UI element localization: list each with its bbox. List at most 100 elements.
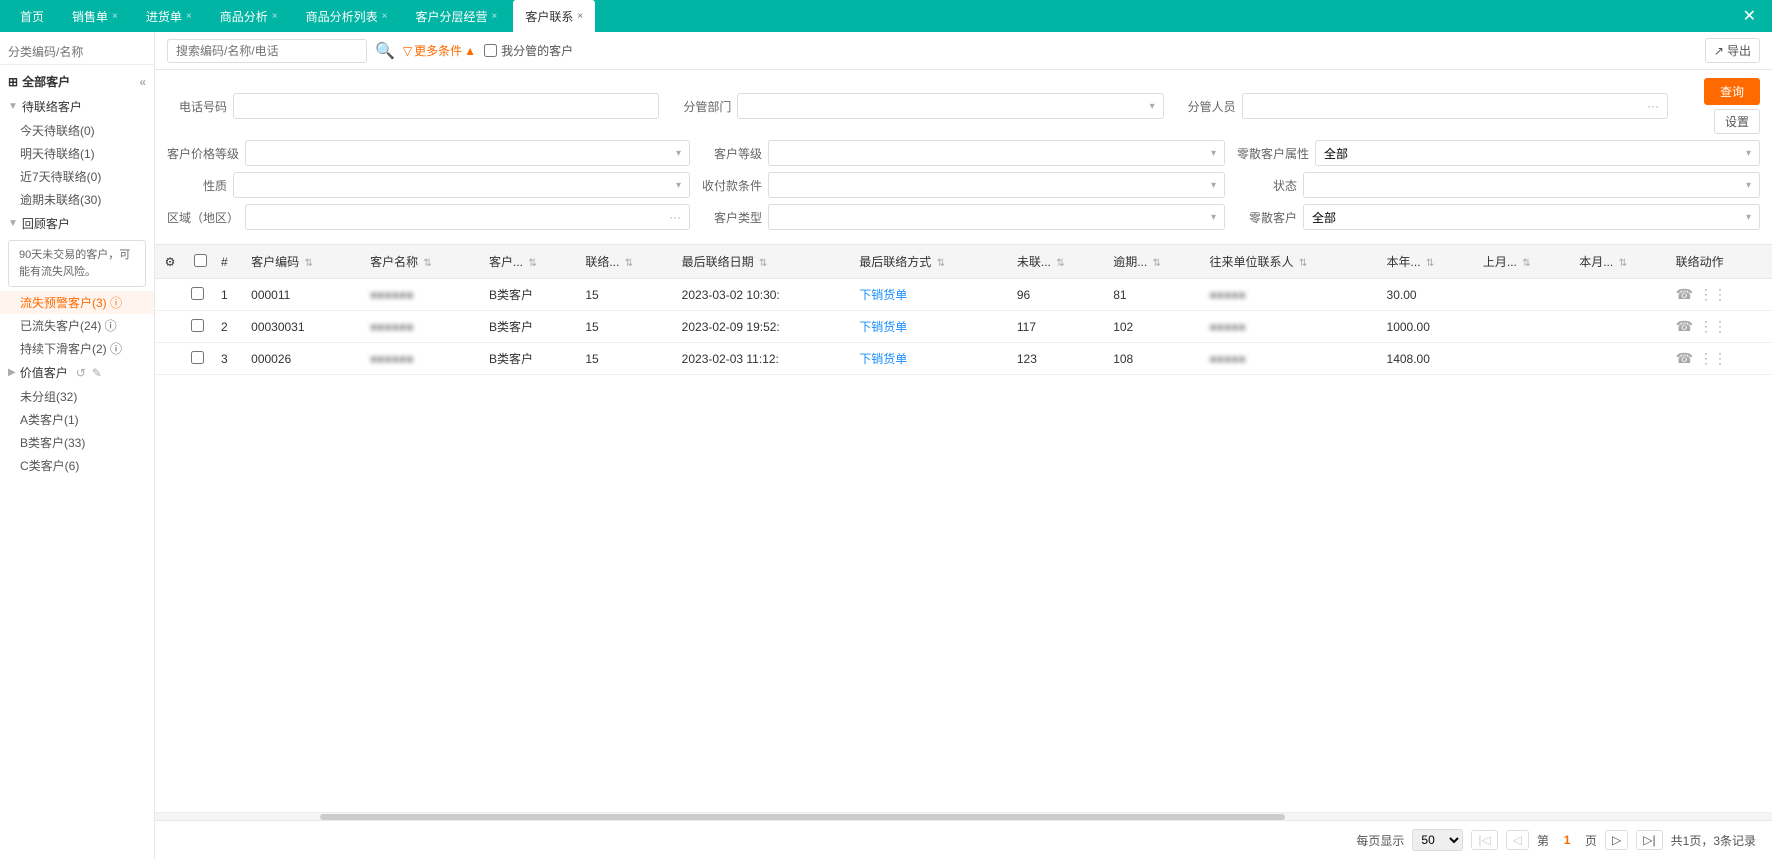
filter-search-button[interactable]: 🔍 — [375, 41, 395, 61]
action-phone-icon[interactable]: ☎ — [1676, 286, 1693, 303]
more-conditions-button[interactable]: ▽ 更多条件 ▲ — [403, 42, 476, 59]
nav-home[interactable]: 首页 — [8, 4, 56, 29]
sidebar-item-churned[interactable]: 已流失客户(24) ⓘ — [0, 314, 154, 337]
col-uncontacted-header[interactable]: 未联... ⇅ — [1011, 245, 1107, 279]
chevron-up-icon: ▲ — [464, 44, 476, 58]
row-last-contact-method[interactable]: 下销货单 — [853, 279, 1011, 311]
filter-region-select[interactable]: ··· — [245, 204, 690, 230]
contact-method-link[interactable]: 下销货单 — [859, 288, 907, 302]
scrollbar-thumb[interactable] — [320, 814, 1285, 820]
filter-payment-select[interactable]: ▾ — [768, 172, 1225, 198]
filter-retail-field: 零散客户 全部 ▾ — [1237, 204, 1760, 230]
filter-credit-property-select[interactable]: 全部 ▾ — [1315, 140, 1760, 166]
action-more-icon[interactable]: ⋮⋮ — [1699, 350, 1727, 367]
row-last-contact-method[interactable]: 下销货单 — [853, 311, 1011, 343]
nav-tab-purchase[interactable]: 进货单 × — [134, 0, 204, 32]
sidebar-collapse-button[interactable]: « — [139, 75, 146, 89]
row-checkbox[interactable] — [185, 279, 215, 311]
nav-tab-analysis[interactable]: 商品分析 × — [208, 0, 290, 32]
edit-icon[interactable]: ✎ — [92, 366, 102, 380]
contact-method-link[interactable]: 下销货单 — [859, 320, 907, 334]
row-select-checkbox[interactable] — [191, 351, 204, 364]
col-name-header[interactable]: 客户名称 ⇅ — [364, 245, 483, 279]
col-checkbox-header[interactable] — [185, 245, 215, 279]
filter-phone-input[interactable] — [233, 93, 659, 119]
action-more-icon[interactable]: ⋮⋮ — [1699, 286, 1727, 303]
my-customers-check[interactable] — [484, 44, 497, 57]
sidebar-all-customers[interactable]: ⊞ 全部客户 « — [0, 69, 154, 94]
col-last-contact-method-header[interactable]: 最后联络方式 ⇅ — [853, 245, 1011, 279]
row-checkbox[interactable] — [185, 343, 215, 375]
sidebar-search-input[interactable] — [8, 45, 155, 59]
close-purchase-tab[interactable]: × — [186, 11, 192, 22]
filter-retail-select[interactable]: 全部 ▾ — [1303, 204, 1760, 230]
close-customer-contact-tab[interactable]: × — [577, 11, 583, 22]
filter-customer-level-select[interactable]: ▾ — [768, 140, 1225, 166]
sidebar-item-declining[interactable]: 持续下滑客户(2) ⓘ — [0, 337, 154, 360]
filter-gender-select[interactable]: ▾ — [233, 172, 690, 198]
filter-status-select[interactable]: ▾ — [1303, 172, 1760, 198]
row-last-contact-method[interactable]: 下销货单 — [853, 343, 1011, 375]
row-checkbox[interactable] — [185, 311, 215, 343]
my-customers-checkbox[interactable]: 我分管的客户 — [484, 42, 573, 59]
sidebar-group-value[interactable]: ▶ 价值客户 ↺ ✎ — [0, 360, 154, 385]
close-analysis-list-tab[interactable]: × — [382, 11, 388, 22]
last-page-button[interactable]: ▷| — [1636, 830, 1662, 850]
filter-manager-select[interactable]: ··· — [1242, 93, 1668, 119]
region-more-icon[interactable]: ··· — [669, 210, 681, 224]
filter-customer-type-select[interactable]: ▾ — [768, 204, 1225, 230]
col-last-month-header[interactable]: 上月... ⇅ — [1477, 245, 1573, 279]
action-more-icon[interactable]: ⋮⋮ — [1699, 318, 1727, 335]
row-actions: ☎ ⋮⋮ — [1670, 279, 1772, 311]
nav-tab-customer-contact[interactable]: 客户联系 × — [513, 0, 595, 32]
nav-tab-sales[interactable]: 销售单 × — [60, 0, 130, 32]
sidebar-item-ungrouped[interactable]: 未分组(32) — [0, 385, 154, 408]
sidebar-item-b-class[interactable]: B类客户(33) — [0, 431, 154, 454]
filter-department-select[interactable]: ▾ — [737, 93, 1163, 119]
close-customer-tier-tab[interactable]: × — [491, 11, 497, 22]
window-close-button[interactable]: ✕ — [1735, 2, 1764, 30]
settings-button[interactable]: 设置 — [1714, 109, 1760, 134]
close-sales-tab[interactable]: × — [112, 11, 118, 22]
first-page-button[interactable]: |◁ — [1471, 830, 1497, 850]
row-select-checkbox[interactable] — [191, 287, 204, 300]
sidebar-group-pending[interactable]: ▼ 待联络客户 — [0, 94, 154, 119]
action-phone-icon[interactable]: ☎ — [1676, 318, 1693, 335]
filter-search-input[interactable] — [167, 39, 367, 63]
col-contact-header[interactable]: 联络... ⇅ — [579, 245, 675, 279]
filter-price-level-select[interactable]: ▾ — [245, 140, 690, 166]
sidebar-item-week[interactable]: 近7天待联络(0) — [0, 165, 154, 188]
row-select-checkbox[interactable] — [191, 319, 204, 332]
col-code-header[interactable]: 客户编码 ⇅ — [245, 245, 364, 279]
col-this-month-header[interactable]: 本月... ⇅ — [1573, 245, 1669, 279]
sidebar-item-today[interactable]: 今天待联络(0) — [0, 119, 154, 142]
sidebar-item-overdue[interactable]: 逾期未联络(30) — [0, 188, 154, 211]
per-page-select[interactable]: 50 100 200 — [1412, 829, 1463, 851]
next-page-button[interactable]: ▷ — [1605, 830, 1628, 850]
select-all-checkbox[interactable] — [194, 254, 207, 267]
close-analysis-tab[interactable]: × — [272, 11, 278, 22]
sidebar-item-tomorrow[interactable]: 明天待联络(1) — [0, 142, 154, 165]
horizontal-scrollbar[interactable] — [155, 812, 1772, 820]
col-settings[interactable]: ⚙ — [155, 245, 185, 279]
sidebar-item-churn-warning[interactable]: 流失预警客户(3) ⓘ — [0, 291, 154, 314]
col-unit-contact-header[interactable]: 往来单位联系人 ⇅ — [1204, 245, 1381, 279]
sidebar-item-c-class[interactable]: C类客户(6) — [0, 454, 154, 477]
prev-page-button[interactable]: ◁ — [1506, 830, 1529, 850]
contact-method-link[interactable]: 下销货单 — [859, 352, 907, 366]
query-button[interactable]: 查询 — [1704, 78, 1760, 105]
export-button[interactable]: ↗ 导出 — [1705, 38, 1760, 63]
col-overdue-header[interactable]: 逾期... ⇅ — [1107, 245, 1203, 279]
row-last-contact-date: 2023-02-03 11:12: — [676, 343, 854, 375]
nav-tab-analysis-list[interactable]: 商品分析列表 × — [294, 0, 400, 32]
manager-more-icon[interactable]: ··· — [1647, 99, 1659, 113]
col-type-header[interactable]: 客户... ⇅ — [483, 245, 579, 279]
nav-tab-customer-tier[interactable]: 客户分层经营 × — [403, 0, 509, 32]
action-phone-icon[interactable]: ☎ — [1676, 350, 1693, 367]
sidebar-item-a-class[interactable]: A类客户(1) — [0, 408, 154, 431]
sidebar-group-review[interactable]: ▼ 回顾客户 — [0, 211, 154, 236]
col-this-year-header[interactable]: 本年... ⇅ — [1381, 245, 1477, 279]
refresh-icon[interactable]: ↺ — [76, 366, 86, 380]
col-last-contact-date-header[interactable]: 最后联络日期 ⇅ — [676, 245, 854, 279]
row-contact: 15 — [579, 311, 675, 343]
